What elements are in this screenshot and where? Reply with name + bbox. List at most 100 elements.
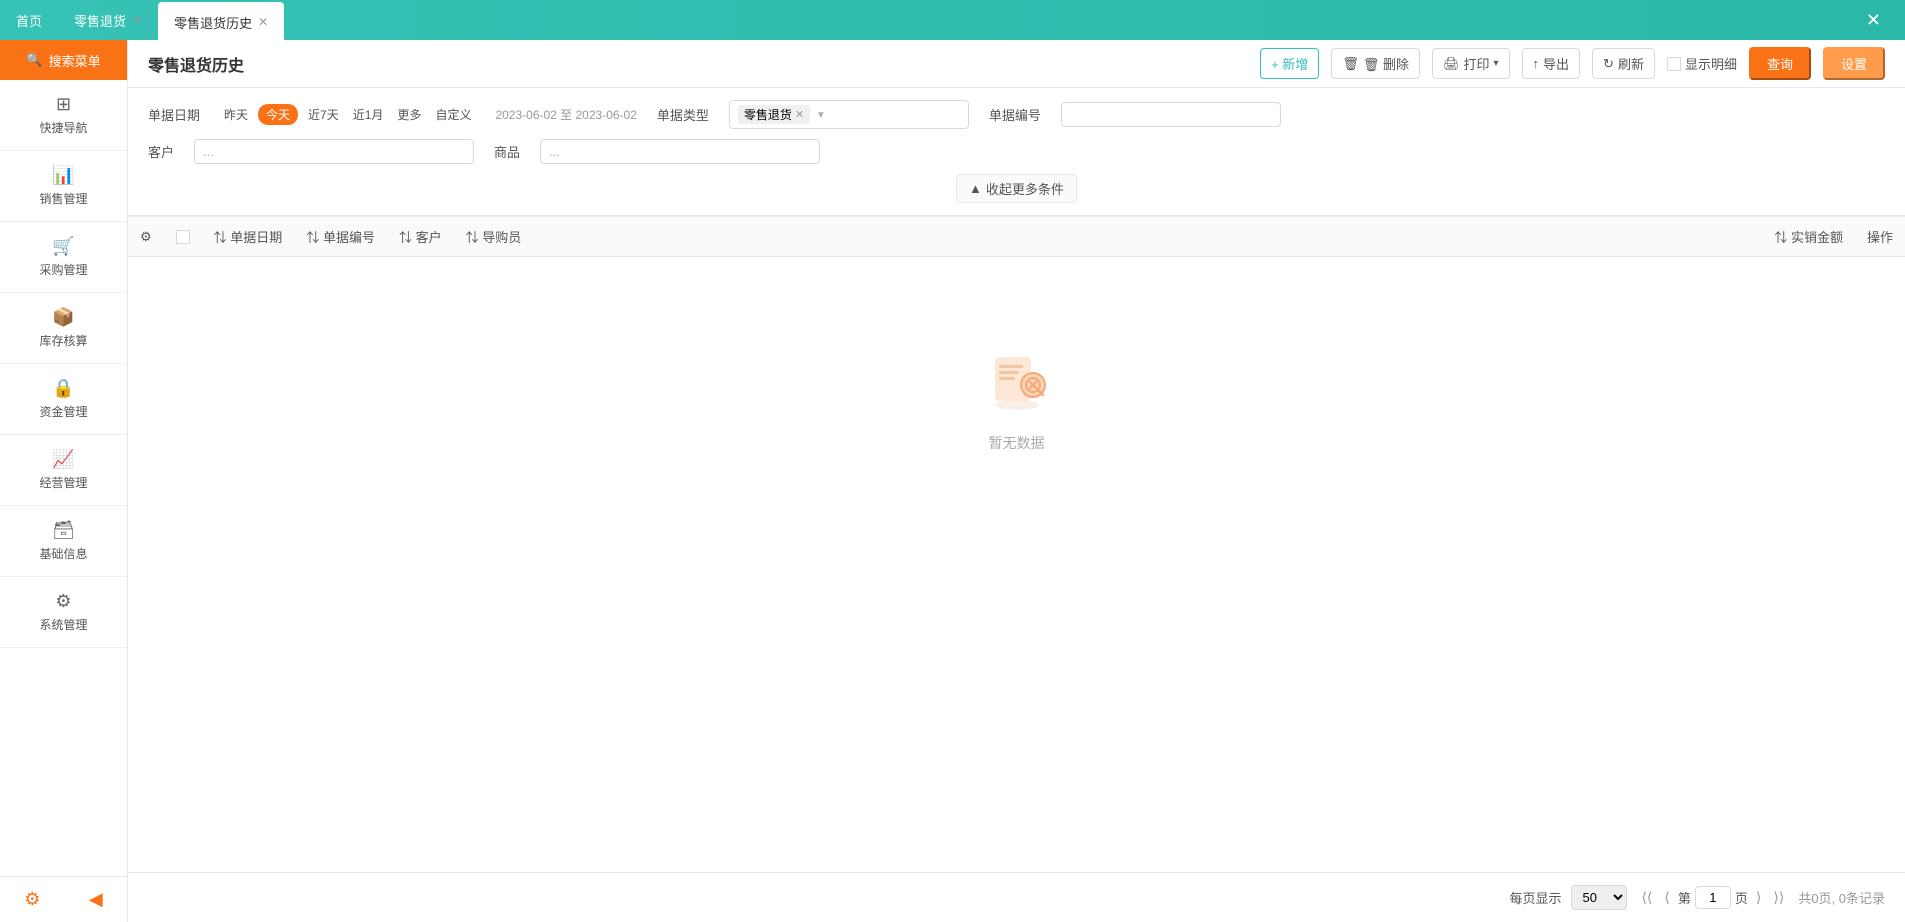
content-area: 零售退货历史 + 新增 🗑 🗑 删除 🖨 打印 ▾ ↑ 导出 ↻ bbox=[128, 40, 1905, 922]
sidebar-item-purchase-mgmt-label: 采购管理 bbox=[39, 261, 87, 278]
table-header-row: ⚙ ⇅ 单据日期 ⇅ 单据编号 bbox=[128, 217, 1905, 257]
finance-icon: 🔒 bbox=[52, 378, 74, 399]
table-header-check[interactable] bbox=[164, 217, 202, 257]
sidebar-item-system-label: 系统管理 bbox=[39, 616, 87, 633]
table-header-date[interactable]: ⇅ 单据日期 bbox=[202, 217, 295, 257]
type-filter-remove[interactable]: ✕ bbox=[795, 108, 804, 121]
sidebar-item-quick-nav-label: 快捷导航 bbox=[39, 119, 87, 136]
tab-retail-return[interactable]: 零售退货 ✕ bbox=[58, 0, 158, 40]
sidebar-search[interactable]: 🔍 搜索菜单 bbox=[0, 40, 127, 80]
top-bar: 首页 零售退货 ✕ 零售退货历史 ✕ ✕ bbox=[0, 0, 1905, 40]
table-col-ops-label: 操作 bbox=[1867, 230, 1893, 245]
show-detail-checkbox[interactable] bbox=[1667, 57, 1681, 71]
export-icon: ↑ bbox=[1533, 56, 1540, 71]
print-button[interactable]: 🖨 打印 ▾ bbox=[1432, 48, 1510, 79]
export-label: 导出 bbox=[1543, 54, 1569, 73]
collapse-label: 收起更多条件 bbox=[986, 179, 1064, 198]
customer-placeholder: ... bbox=[203, 144, 214, 159]
tab-retail-return-label: 零售退货 bbox=[74, 11, 126, 30]
collapse-button[interactable]: ▲ 收起更多条件 bbox=[956, 174, 1077, 203]
table-settings-icon[interactable]: ⚙ bbox=[140, 229, 152, 244]
tab-retail-return-close[interactable]: ✕ bbox=[132, 13, 142, 27]
page-label-pre: 第 bbox=[1678, 888, 1691, 907]
date-btn-yesterday[interactable]: 昨天 bbox=[220, 104, 252, 125]
table-header-guide[interactable]: ⇅ 导购员 bbox=[454, 217, 534, 257]
sidebar: 🔍 搜索菜单 ⊞ 快捷导航 📊 销售管理 🛒 采购管理 📦 库存核算 🔒 资金管… bbox=[0, 40, 128, 922]
goods-filter-select[interactable]: ... bbox=[540, 139, 820, 164]
sidebar-item-operations[interactable]: 📈 经营管理 bbox=[0, 435, 127, 506]
goods-filter-label: 商品 bbox=[494, 142, 520, 161]
page-last-button[interactable]: ⟩⟩ bbox=[1769, 887, 1788, 908]
page-total: 共0页, 0条记录 bbox=[1798, 888, 1885, 907]
date-btn-more[interactable]: 更多 bbox=[393, 104, 425, 125]
customer-filter-select[interactable]: ... bbox=[194, 139, 474, 164]
page-size-select[interactable]: 50 10 20 100 bbox=[1571, 885, 1627, 910]
tab-retail-return-history[interactable]: 零售退货历史 ✕ bbox=[158, 2, 284, 42]
table-header-settings[interactable]: ⚙ bbox=[128, 217, 164, 257]
print-icon: 🖨 bbox=[1443, 56, 1460, 72]
type-filter-tag: 零售退货 ✕ bbox=[738, 105, 810, 124]
doc-no-input[interactable] bbox=[1061, 102, 1281, 127]
query-button[interactable]: 查询 bbox=[1749, 47, 1811, 80]
filter-row-1: 单据日期 昨天 今天 近7天 近1月 更多 自定义 2023-06-02 至 2… bbox=[148, 100, 1885, 129]
table-select-all-checkbox[interactable] bbox=[176, 230, 190, 244]
sidebar-item-finance[interactable]: 🔒 资金管理 bbox=[0, 364, 127, 435]
date-btn-1month[interactable]: 近1月 bbox=[349, 104, 388, 125]
sidebar-item-quick-nav[interactable]: ⊞ 快捷导航 bbox=[0, 80, 127, 151]
sidebar-settings-icon[interactable]: ⚙ bbox=[24, 889, 40, 910]
table-header-doc-no[interactable]: ⇅ 单据编号 bbox=[294, 217, 387, 257]
collapse-icon: ▲ bbox=[969, 181, 982, 196]
sidebar-item-basic-info[interactable]: 🗃 基础信息 bbox=[0, 506, 127, 577]
sidebar-item-system[interactable]: ⚙ 系统管理 bbox=[0, 577, 127, 648]
settings-button[interactable]: 设置 bbox=[1823, 47, 1885, 80]
data-table: ⚙ ⇅ 单据日期 ⇅ 单据编号 bbox=[128, 216, 1905, 533]
refresh-button[interactable]: ↻ 刷新 bbox=[1592, 48, 1655, 79]
purchase-mgmt-icon: 🛒 bbox=[52, 236, 74, 257]
date-filter-label: 单据日期 bbox=[148, 105, 200, 124]
date-filters: 昨天 今天 近7天 近1月 更多 自定义 bbox=[220, 104, 475, 125]
tab-home-label: 首页 bbox=[16, 11, 42, 30]
quick-nav-icon: ⊞ bbox=[56, 94, 71, 115]
delete-button[interactable]: 🗑 🗑 删除 bbox=[1331, 48, 1420, 79]
page-size-label: 每页显示 bbox=[1509, 888, 1561, 907]
tab-home[interactable]: 首页 bbox=[0, 0, 58, 40]
delete-label: 🗑 删除 bbox=[1363, 54, 1409, 73]
type-filter-label: 单据类型 bbox=[657, 105, 709, 124]
export-button[interactable]: ↑ 导出 bbox=[1522, 48, 1581, 79]
delete-icon: 🗑 bbox=[1342, 56, 1359, 72]
system-icon: ⚙ bbox=[55, 591, 71, 612]
page-nav: ⟨⟨ ⟨ 第 页 ⟩ ⟩⟩ bbox=[1637, 886, 1788, 909]
table-header-amount[interactable]: ⇅ 实销金额 bbox=[1762, 217, 1855, 257]
new-button[interactable]: + 新增 bbox=[1260, 48, 1319, 79]
table-col-doc-no-label: 单据编号 bbox=[323, 230, 375, 245]
date-btn-7days[interactable]: 近7天 bbox=[304, 104, 343, 125]
page-first-button[interactable]: ⟨⟨ bbox=[1637, 887, 1656, 908]
page-prev-button[interactable]: ⟨ bbox=[1660, 887, 1673, 908]
sidebar-item-finance-label: 资金管理 bbox=[39, 403, 87, 420]
page-next-button[interactable]: ⟩ bbox=[1752, 887, 1765, 908]
sidebar-search-label: 搜索菜单 bbox=[49, 51, 101, 70]
sidebar-item-sales-mgmt[interactable]: 📊 销售管理 bbox=[0, 151, 127, 222]
show-detail-toggle[interactable]: 显示明细 bbox=[1667, 54, 1737, 73]
page-header: 零售退货历史 + 新增 🗑 🗑 删除 🖨 打印 ▾ ↑ 导出 ↻ bbox=[128, 40, 1905, 88]
date-btn-custom[interactable]: 自定义 bbox=[431, 104, 475, 125]
show-detail-label: 显示明细 bbox=[1685, 54, 1737, 73]
goods-placeholder: ... bbox=[549, 144, 560, 159]
sidebar-item-operations-label: 经营管理 bbox=[39, 474, 87, 491]
print-arrow: ▾ bbox=[1493, 58, 1498, 69]
type-filter-select[interactable]: 零售退货 ✕ ▾ bbox=[729, 100, 969, 129]
table-header-ops: 操作 bbox=[1855, 217, 1905, 257]
table-col-amount-label: 实销金额 bbox=[1791, 230, 1843, 245]
window-close-button[interactable]: ✕ bbox=[1858, 10, 1889, 30]
sidebar-bottom: ⚙ ◀ bbox=[0, 876, 127, 922]
date-btn-today[interactable]: 今天 bbox=[258, 104, 298, 125]
sidebar-item-purchase-mgmt[interactable]: 🛒 采购管理 bbox=[0, 222, 127, 293]
table-header-spacer bbox=[533, 217, 1762, 257]
refresh-icon: ↻ bbox=[1603, 56, 1614, 72]
sales-mgmt-icon: 📊 bbox=[52, 165, 74, 186]
sidebar-collapse-icon[interactable]: ◀ bbox=[89, 889, 103, 910]
table-header-customer[interactable]: ⇅ 客户 bbox=[387, 217, 454, 257]
sidebar-item-inventory[interactable]: 📦 库存核算 bbox=[0, 293, 127, 364]
tab-retail-return-history-close[interactable]: ✕ bbox=[258, 15, 268, 29]
page-number-input[interactable] bbox=[1695, 886, 1731, 909]
